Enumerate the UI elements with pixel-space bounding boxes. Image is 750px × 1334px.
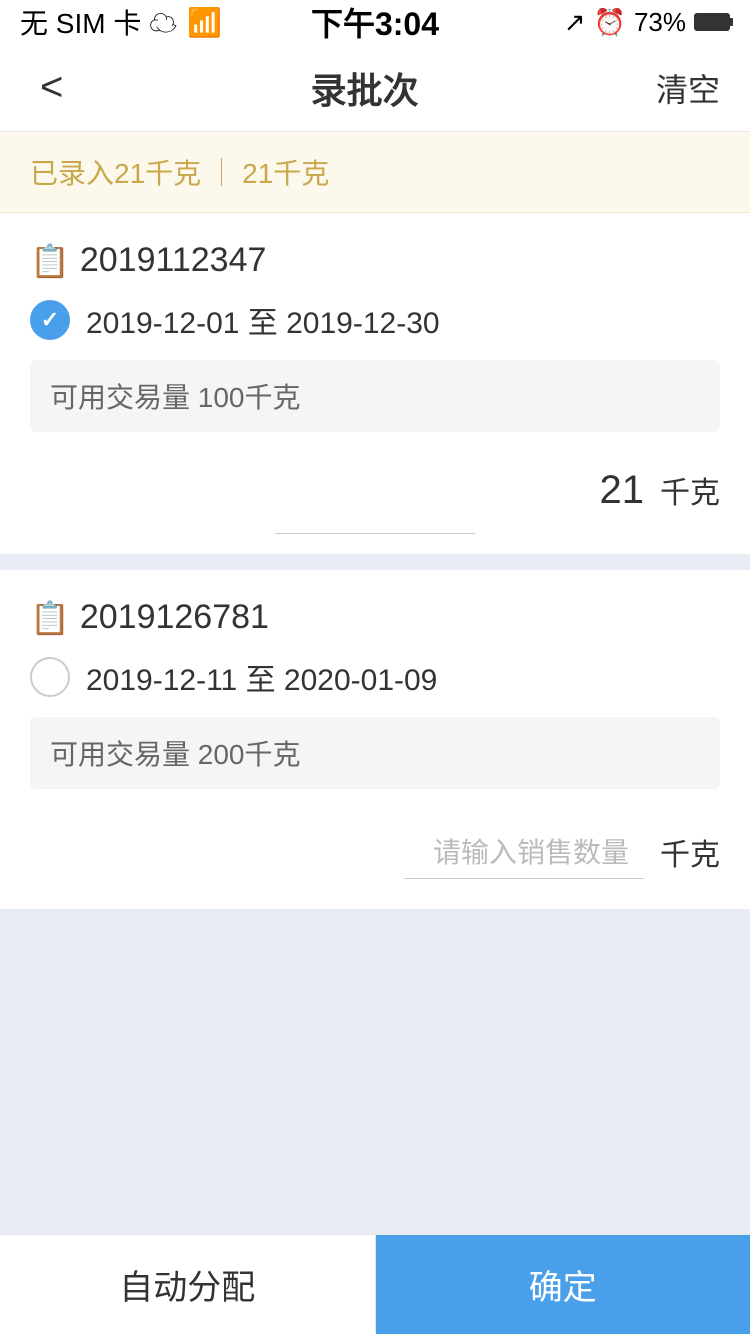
alarm-icon: ⏰ — [594, 7, 626, 38]
radio-button-2[interactable] — [30, 657, 70, 697]
amount-row-1: 21 千克 — [0, 452, 750, 533]
batch-date-1: 2019-12-01 至 2019-12-30 — [86, 298, 440, 342]
batch-date-row-2[interactable]: 2019-12-11 至 2020-01-09 — [0, 647, 750, 707]
batch-qty-row-1: 可用交易量 100千克 — [30, 360, 720, 432]
input-row-2: 千克 — [0, 809, 750, 899]
back-button[interactable]: < — [30, 55, 73, 120]
qty-input-2[interactable] — [404, 825, 644, 879]
input-unit-2: 千克 — [660, 830, 720, 874]
nav-bar: < 录批次 清空 — [0, 44, 750, 132]
status-right: ↗ ⏰ 73% — [564, 7, 730, 38]
clear-button[interactable]: 清空 — [656, 65, 720, 111]
batch-header-2: 📋 2019126781 — [0, 570, 750, 647]
amount-value-1: 21 — [600, 468, 645, 513]
batch-id-2: 2019126781 — [80, 598, 269, 637]
sim-text: 无 SIM 卡 ☁ — [20, 2, 177, 42]
status-left: 无 SIM 卡 ☁ 📶 — [20, 2, 222, 42]
batch-date-2: 2019-12-11 至 2020-01-09 — [86, 655, 437, 699]
batch-qty-text-1: 可用交易量 100千克 — [50, 382, 301, 413]
bottom-bar: 自动分配 确定 — [0, 1234, 750, 1334]
location-icon: ↗ — [564, 7, 586, 38]
auto-distribute-button[interactable]: 自动分配 — [0, 1235, 376, 1334]
amount-unit-1: 千克 — [660, 468, 720, 512]
banner-divider — [221, 158, 222, 186]
recorded-value: 21千克 — [242, 152, 329, 192]
wifi-icon: 📶 — [187, 6, 222, 39]
recorded-label: 已录入21千克 — [30, 152, 201, 192]
batch-id-1: 2019112347 — [80, 241, 267, 280]
battery-percent: 73% — [634, 7, 686, 38]
confirm-button[interactable]: 确定 — [376, 1235, 750, 1334]
batch-card-1: 📋 2019112347 2019-12-01 至 2019-12-30 可用交… — [0, 213, 750, 554]
batch-qty-text-2: 可用交易量 200千克 — [50, 739, 301, 770]
batch-card-2: 📋 2019126781 2019-12-11 至 2020-01-09 可用交… — [0, 570, 750, 909]
batch-qty-row-2: 可用交易量 200千克 — [30, 717, 720, 789]
page-title: 录批次 — [311, 62, 419, 114]
section-divider — [0, 554, 750, 570]
batch-icon-2: 📋 — [30, 599, 70, 637]
batch-icon-1: 📋 — [30, 242, 70, 280]
radio-button-1[interactable] — [30, 300, 70, 340]
status-time: 下午3:04 — [311, 0, 439, 45]
batch-header-1: 📋 2019112347 — [0, 213, 750, 290]
info-banner: 已录入21千克 21千克 — [0, 132, 750, 213]
status-bar: 无 SIM 卡 ☁ 📶 下午3:04 ↗ ⏰ 73% — [0, 0, 750, 44]
batch-date-row-1[interactable]: 2019-12-01 至 2019-12-30 — [0, 290, 750, 350]
battery-icon — [694, 13, 730, 31]
